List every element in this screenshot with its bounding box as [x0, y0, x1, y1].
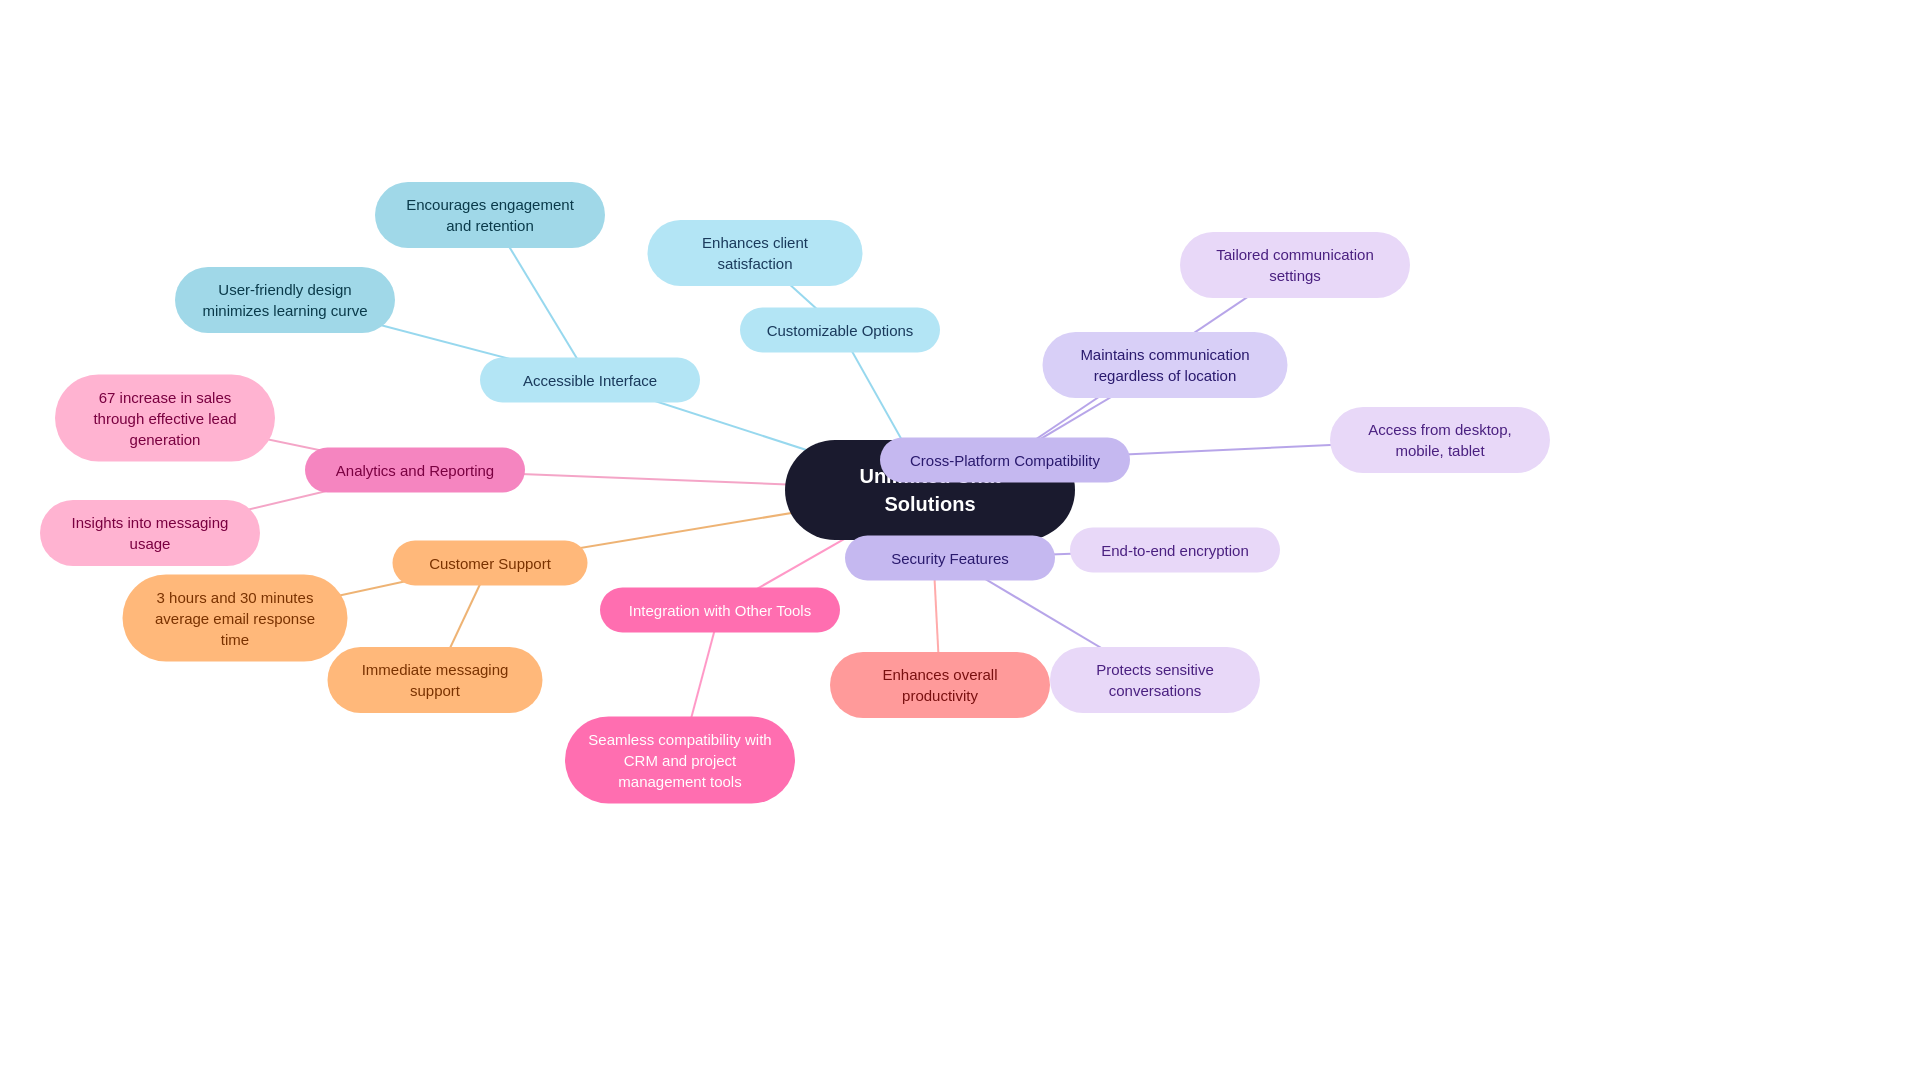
node-end-to-end: End-to-end encryption	[1070, 528, 1280, 573]
node-maintains-communication: Maintains communication regardless of lo…	[1043, 332, 1288, 398]
node-increase-sales: 67 increase in sales through effective l…	[55, 375, 275, 462]
node-security-features: Security Features	[845, 536, 1055, 581]
mindmap-container: Unlimited Chat SolutionsAccessible Inter…	[0, 0, 1920, 1083]
node-user-friendly: User-friendly design minimizes learning …	[175, 267, 395, 333]
node-seamless-compatibility: Seamless compatibility with CRM and proj…	[565, 717, 795, 804]
node-customizable-options: Customizable Options	[740, 308, 940, 353]
node-cross-platform: Cross-Platform Compatibility	[880, 438, 1130, 483]
node-insights-messaging: Insights into messaging usage	[40, 500, 260, 566]
node-integration-tools: Integration with Other Tools	[600, 588, 840, 633]
node-immediate-messaging: Immediate messaging support	[328, 647, 543, 713]
node-tailored-communication: Tailored communication settings	[1180, 232, 1410, 298]
node-enhances-productivity: Enhances overall productivity	[830, 652, 1050, 718]
node-analytics-reporting: Analytics and Reporting	[305, 448, 525, 493]
node-encourages-engagement: Encourages engagement and retention	[375, 182, 605, 248]
node-access-devices: Access from desktop, mobile, tablet	[1330, 407, 1550, 473]
node-accessible-interface: Accessible Interface	[480, 358, 700, 403]
node-customer-support: Customer Support	[393, 541, 588, 586]
node-enhances-client: Enhances client satisfaction	[648, 220, 863, 286]
node-email-response: 3 hours and 30 minutes average email res…	[123, 575, 348, 662]
node-protects-sensitive: Protects sensitive conversations	[1050, 647, 1260, 713]
